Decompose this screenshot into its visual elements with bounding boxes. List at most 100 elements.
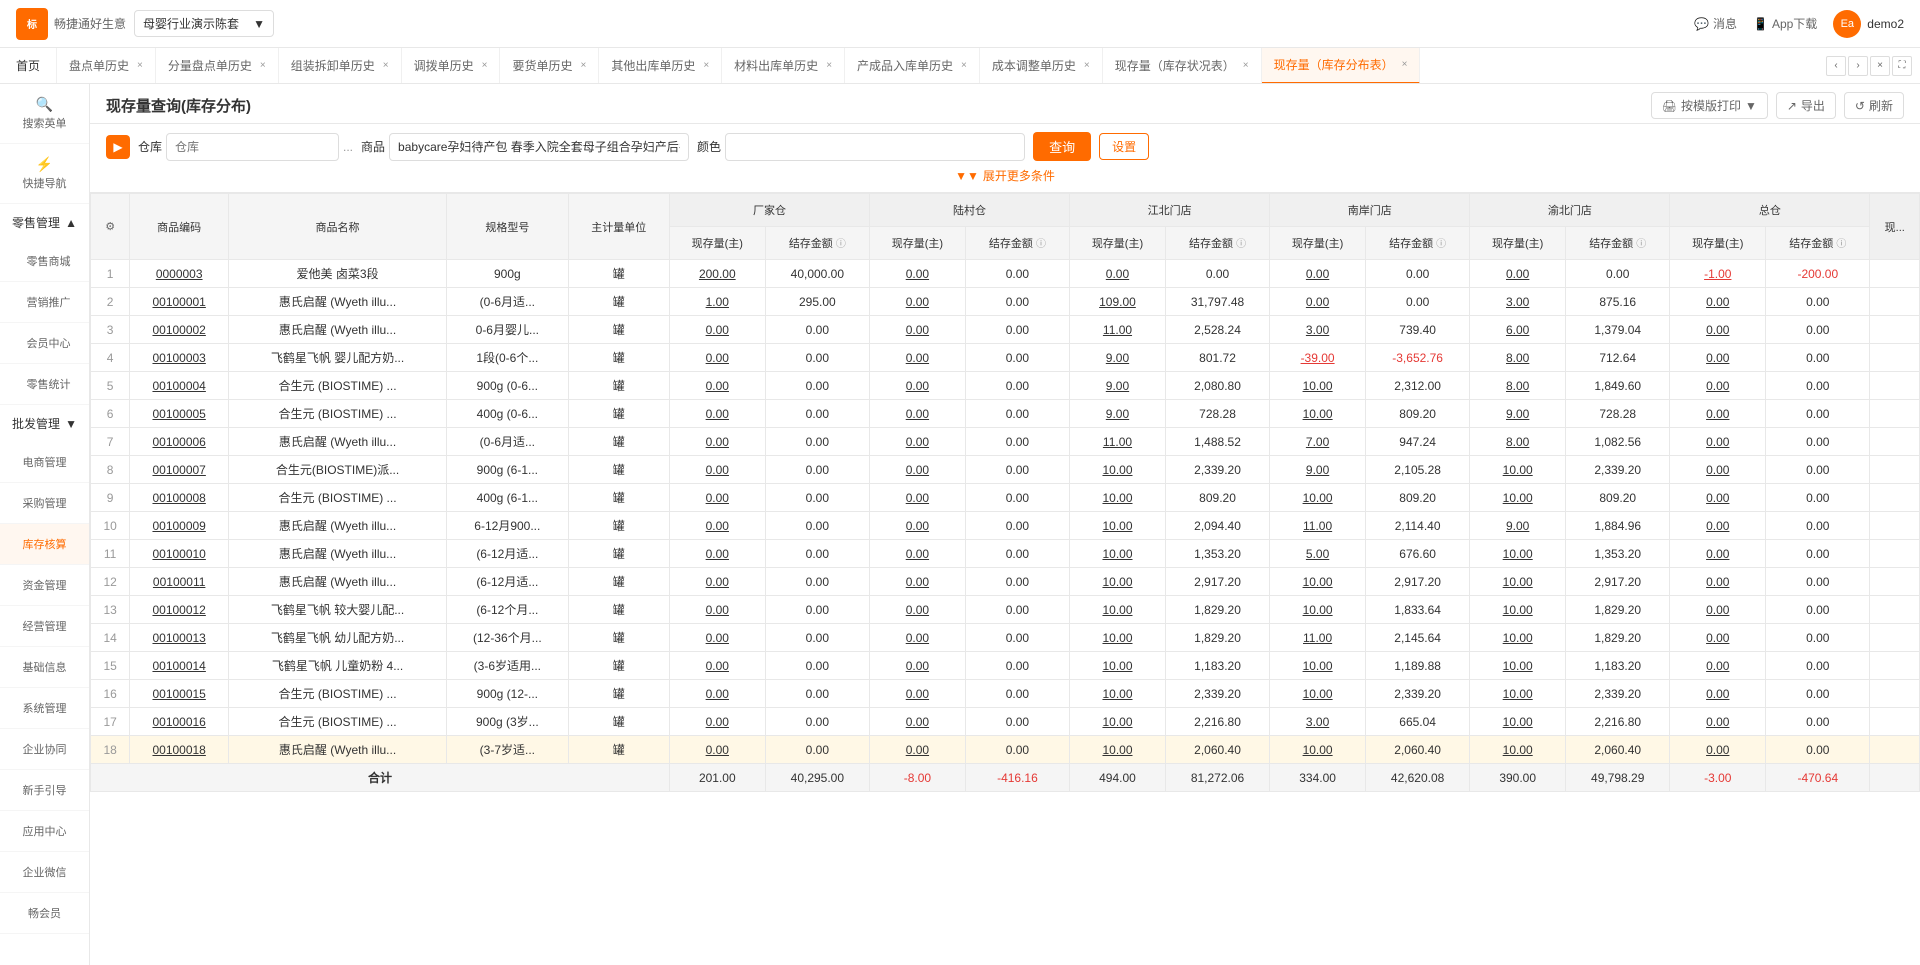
nanan-qty[interactable]: 3.00 xyxy=(1270,708,1366,736)
nav-close-all[interactable]: × xyxy=(1870,56,1890,76)
sidebar-item-retail-stats[interactable]: 零售统计 xyxy=(0,364,89,405)
close-icon[interactable]: × xyxy=(703,60,709,71)
product-code[interactable]: 00100005 xyxy=(130,400,229,428)
close-icon[interactable]: × xyxy=(482,60,488,71)
product-code[interactable]: 00100013 xyxy=(130,624,229,652)
jiangbei-qty[interactable]: 10.00 xyxy=(1070,512,1166,540)
nav-next-arrow[interactable]: › xyxy=(1848,56,1868,76)
tab-stock-status[interactable]: 现存量（库存状况表） × xyxy=(1103,48,1262,84)
tab-material-out[interactable]: 材料出库单历史 × xyxy=(722,48,845,84)
sidebar-item-marketing[interactable]: 营销推广 xyxy=(0,282,89,323)
nanan-qty[interactable]: 5.00 xyxy=(1270,540,1366,568)
nanan-qty[interactable]: 10.00 xyxy=(1270,400,1366,428)
nanan-qty[interactable]: 9.00 xyxy=(1270,456,1366,484)
jiangbei-qty[interactable]: 11.00 xyxy=(1070,316,1166,344)
close-icon[interactable]: × xyxy=(1243,60,1249,71)
factory-qty[interactable]: 0.00 xyxy=(669,624,765,652)
nanan-qty[interactable]: 10.00 xyxy=(1270,680,1366,708)
yubei-qty[interactable]: 10.00 xyxy=(1470,596,1566,624)
info-icon[interactable]: ⓘ xyxy=(1836,239,1846,250)
sidebar-item-nav[interactable]: ⚡ 快捷导航 xyxy=(0,144,89,204)
query-button[interactable]: 查询 xyxy=(1033,132,1091,161)
nanan-qty[interactable]: 3.00 xyxy=(1270,316,1366,344)
factory-qty[interactable]: 0.00 xyxy=(669,372,765,400)
info-icon[interactable]: ⓘ xyxy=(1436,239,1446,250)
lvcun-qty[interactable]: 0.00 xyxy=(870,288,966,316)
sidebar-item-system[interactable]: 系统管理 xyxy=(0,688,89,729)
color-input[interactable] xyxy=(725,133,1025,161)
sidebar-item-guide[interactable]: 新手引导 xyxy=(0,770,89,811)
setting-button[interactable]: 设置 xyxy=(1099,133,1149,160)
lvcun-qty[interactable]: 0.00 xyxy=(870,316,966,344)
sidebar-item-wholesale[interactable]: 批发管理 ▼ xyxy=(0,405,89,442)
factory-qty[interactable]: 0.00 xyxy=(669,736,765,764)
total-qty[interactable]: 0.00 xyxy=(1670,316,1766,344)
lvcun-qty[interactable]: 0.00 xyxy=(870,652,966,680)
factory-qty[interactable]: 0.00 xyxy=(669,484,765,512)
sidebar-item-search[interactable]: 🔍 搜索英单 xyxy=(0,84,89,144)
factory-qty[interactable]: 0.00 xyxy=(669,540,765,568)
product-code[interactable]: 00100012 xyxy=(130,596,229,624)
product-code[interactable]: 00100001 xyxy=(130,288,229,316)
nanan-qty[interactable]: 10.00 xyxy=(1270,372,1366,400)
sidebar-item-retail-store[interactable]: 零售商城 xyxy=(0,241,89,282)
jiangbei-qty[interactable]: 9.00 xyxy=(1070,400,1166,428)
yubei-qty[interactable]: 8.00 xyxy=(1470,372,1566,400)
factory-qty[interactable]: 0.00 xyxy=(669,400,765,428)
info-icon[interactable]: ⓘ xyxy=(836,239,846,250)
tab-partial-check[interactable]: 分量盘点单历史 × xyxy=(156,48,279,84)
jiangbei-qty[interactable]: 10.00 xyxy=(1070,624,1166,652)
factory-qty[interactable]: 0.00 xyxy=(669,512,765,540)
total-qty[interactable]: -1.00 xyxy=(1670,260,1766,288)
product-code[interactable]: 00100003 xyxy=(130,344,229,372)
product-code[interactable]: 00100004 xyxy=(130,372,229,400)
nanan-qty[interactable]: 10.00 xyxy=(1270,736,1366,764)
product-code[interactable]: 00100016 xyxy=(130,708,229,736)
sidebar-item-finance[interactable]: 资金管理 xyxy=(0,565,89,606)
nanan-qty[interactable]: -39.00 xyxy=(1270,344,1366,372)
total-qty[interactable]: 0.00 xyxy=(1670,428,1766,456)
lvcun-qty[interactable]: 0.00 xyxy=(870,708,966,736)
factory-qty[interactable]: 0.00 xyxy=(669,316,765,344)
total-qty[interactable]: 0.00 xyxy=(1670,372,1766,400)
product-code[interactable]: 00100018 xyxy=(130,736,229,764)
jiangbei-qty[interactable]: 10.00 xyxy=(1070,484,1166,512)
industry-select[interactable]: 母婴行业演示陈套 ▼ xyxy=(134,10,274,37)
yubei-qty[interactable]: 0.00 xyxy=(1470,260,1566,288)
tab-product-in[interactable]: 产成品入库单历史 × xyxy=(845,48,980,84)
factory-qty[interactable]: 0.00 xyxy=(669,680,765,708)
jiangbei-qty[interactable]: 10.00 xyxy=(1070,736,1166,764)
factory-qty[interactable]: 0.00 xyxy=(669,428,765,456)
settings-icon[interactable]: ⚙ xyxy=(105,221,115,233)
close-icon[interactable]: × xyxy=(1084,60,1090,71)
product-code[interactable]: 00100011 xyxy=(130,568,229,596)
close-icon[interactable]: × xyxy=(137,60,143,71)
nav-prev-arrow[interactable]: ‹ xyxy=(1826,56,1846,76)
nanan-qty[interactable]: 10.00 xyxy=(1270,596,1366,624)
jiangbei-qty[interactable]: 0.00 xyxy=(1070,260,1166,288)
nav-expand[interactable]: ⛶ xyxy=(1892,56,1912,76)
jiangbei-qty[interactable]: 10.00 xyxy=(1070,456,1166,484)
total-qty[interactable]: 0.00 xyxy=(1670,456,1766,484)
yubei-qty[interactable]: 9.00 xyxy=(1470,400,1566,428)
total-qty[interactable]: 0.00 xyxy=(1670,736,1766,764)
product-code[interactable]: 00100008 xyxy=(130,484,229,512)
jiangbei-qty[interactable]: 10.00 xyxy=(1070,540,1166,568)
total-qty[interactable]: 0.00 xyxy=(1670,484,1766,512)
product-code[interactable]: 00100014 xyxy=(130,652,229,680)
product-code[interactable]: 00100010 xyxy=(130,540,229,568)
lvcun-qty[interactable]: 0.00 xyxy=(870,260,966,288)
factory-qty[interactable]: 0.00 xyxy=(669,596,765,624)
print-button[interactable]: 🖨 按模版打印 ▼ xyxy=(1651,92,1768,119)
total-qty[interactable]: 0.00 xyxy=(1670,652,1766,680)
close-icon[interactable]: × xyxy=(961,60,967,71)
nanan-qty[interactable]: 7.00 xyxy=(1270,428,1366,456)
yubei-qty[interactable]: 9.00 xyxy=(1470,512,1566,540)
lvcun-qty[interactable]: 0.00 xyxy=(870,596,966,624)
info-icon[interactable]: ⓘ xyxy=(1036,239,1046,250)
yubei-qty[interactable]: 10.00 xyxy=(1470,624,1566,652)
lvcun-qty[interactable]: 0.00 xyxy=(870,512,966,540)
close-icon[interactable]: × xyxy=(1402,59,1408,70)
product-input[interactable] xyxy=(389,133,689,161)
lvcun-qty[interactable]: 0.00 xyxy=(870,428,966,456)
